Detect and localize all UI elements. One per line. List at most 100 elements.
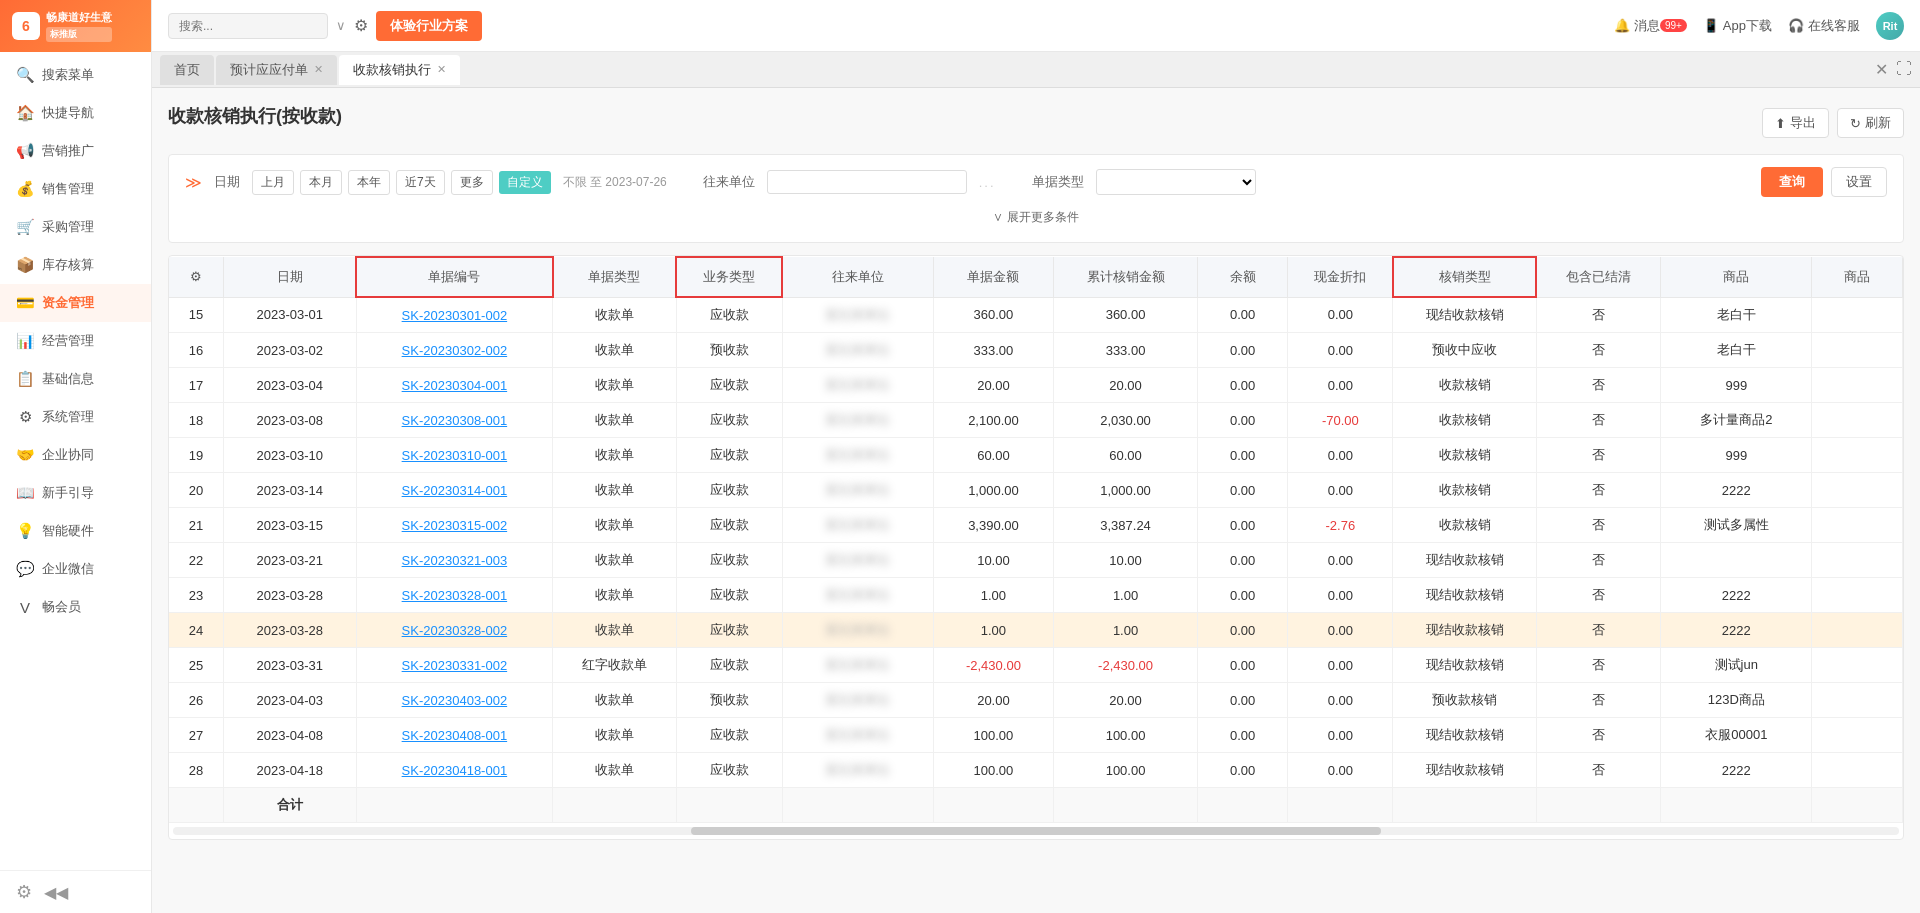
close-tab-icon[interactable]: ✕ — [1875, 60, 1888, 79]
sidebar-item-1[interactable]: 🏠快捷导航 — [0, 94, 151, 132]
table-row[interactable]: 182023-03-08SK-20230308-001收款单应收款某往来单位2,… — [169, 403, 1903, 438]
cell-billno-2[interactable]: SK-20230304-001 — [356, 368, 552, 403]
table-row[interactable]: 252023-03-31SK-20230331-002红字收款单应收款某往来单位… — [169, 648, 1903, 683]
sidebar-icon-12: 💡 — [16, 522, 34, 540]
cell-biztype-5: 应收款 — [676, 473, 782, 508]
tab-close-1[interactable]: ✕ — [314, 63, 323, 76]
cell-cumamt-1: 333.00 — [1054, 333, 1197, 368]
table-row[interactable]: 152023-03-01SK-20230301-002收款单应收款某往来单位36… — [169, 297, 1903, 333]
table-row[interactable]: 262023-04-03SK-20230403-002收款单预收款某往来单位20… — [169, 683, 1903, 718]
last-month-btn[interactable]: 上月 — [252, 170, 294, 195]
this-year-btn[interactable]: 本年 — [348, 170, 390, 195]
sidebar-item-12[interactable]: 💡 智能硬件 — [0, 512, 151, 550]
sidebar-item-8[interactable]: 📋基础信息 — [0, 360, 151, 398]
custom-date-btn[interactable]: 自定义 — [499, 171, 551, 194]
table-row[interactable]: 282023-04-18SK-20230418-001收款单应收款某往来单位10… — [169, 753, 1903, 788]
sidebar-item-0[interactable]: 🔍搜索菜单 — [0, 56, 151, 94]
cell-billno-8[interactable]: SK-20230328-001 — [356, 578, 552, 613]
export-button[interactable]: ⬆ 导出 — [1762, 108, 1829, 138]
cell-partner-13: 某往来单位 — [782, 753, 933, 788]
cell-incl-11: 否 — [1536, 683, 1661, 718]
tab-0[interactable]: 首页 — [160, 55, 214, 85]
filter-toggle-icon[interactable]: ≫ — [185, 173, 202, 192]
sidebar-item-9[interactable]: ⚙系统管理 — [0, 398, 151, 436]
tab-1[interactable]: 预计应应付单✕ — [216, 55, 337, 85]
table-row[interactable]: 162023-03-02SK-20230302-002收款单预收款某往来单位33… — [169, 333, 1903, 368]
main-content: ∨ ⚙ 体验行业方案 🔔 消息 99+ 📱 App下载 🎧 在线客服 Rit 首… — [152, 0, 1920, 913]
col-header-cumamt: 累计核销金额 — [1054, 257, 1197, 297]
tab-close-2[interactable]: ✕ — [437, 63, 446, 76]
sidebar-item-10[interactable]: 🤝企业协同 — [0, 436, 151, 474]
table-row[interactable]: 172023-03-04SK-20230304-001收款单应收款某往来单位20… — [169, 368, 1903, 403]
bill-type-select[interactable] — [1096, 169, 1256, 195]
cell-sn-7: 22 — [169, 543, 223, 578]
cell-cxtype-7: 现结收款核销 — [1393, 543, 1536, 578]
search-input[interactable] — [168, 13, 328, 39]
cell-billno-10[interactable]: SK-20230331-002 — [356, 648, 552, 683]
maximize-icon[interactable]: ⛶ — [1896, 60, 1912, 79]
cell-billno-7[interactable]: SK-20230321-003 — [356, 543, 552, 578]
sidebar-item-2[interactable]: 📢营销推广 — [0, 132, 151, 170]
cell-cxtype-12: 现结收款核销 — [1393, 718, 1536, 753]
sidebar-item-7[interactable]: 📊经营管理 — [0, 322, 151, 360]
cell-billno-12[interactable]: SK-20230408-001 — [356, 718, 552, 753]
refresh-icon: ↻ — [1850, 116, 1861, 131]
sidebar-item-5[interactable]: 📦库存核算 — [0, 246, 151, 284]
cell-billno-1[interactable]: SK-20230302-002 — [356, 333, 552, 368]
table-row[interactable]: 222023-03-21SK-20230321-003收款单应收款某往来单位10… — [169, 543, 1903, 578]
app-download-button[interactable]: 📱 App下载 — [1703, 17, 1772, 35]
col-header-balance: 余额 — [1197, 257, 1288, 297]
cell-billno-0[interactable]: SK-20230301-002 — [356, 297, 552, 333]
messages-button[interactable]: 🔔 消息 99+ — [1614, 17, 1687, 35]
industry-solution-button[interactable]: 体验行业方案 — [376, 11, 482, 41]
cell-cumamt-0: 360.00 — [1054, 297, 1197, 333]
cell-cxtype-1: 预收中应收 — [1393, 333, 1536, 368]
cell-billno-11[interactable]: SK-20230403-002 — [356, 683, 552, 718]
sidebar-gear-icon[interactable]: ⚙ — [16, 881, 32, 903]
this-month-btn[interactable]: 本月 — [300, 170, 342, 195]
sidebar-collapse-icon[interactable]: ◀◀ — [44, 883, 68, 902]
sidebar-item-11[interactable]: 📖新手引导 — [0, 474, 151, 512]
sidebar-item-13[interactable]: 💬企业微信 — [0, 550, 151, 588]
table-row[interactable]: 272023-04-08SK-20230408-001收款单应收款某往来单位10… — [169, 718, 1903, 753]
refresh-button[interactable]: ↻ 刷新 — [1837, 108, 1904, 138]
cell-billno-9[interactable]: SK-20230328-002 — [356, 613, 552, 648]
topbar-gear-icon[interactable]: ⚙ — [354, 16, 368, 35]
sidebar-item-3[interactable]: 💰销售管理 — [0, 170, 151, 208]
cell-billno-4[interactable]: SK-20230310-001 — [356, 438, 552, 473]
footer-cell-discount — [1288, 788, 1393, 823]
cell-billno-6[interactable]: SK-20230315-002 — [356, 508, 552, 543]
table-row[interactable]: 242023-03-28SK-20230328-002收款单应收款某往来单位1.… — [169, 613, 1903, 648]
chevron-down-icon: ∨ — [993, 210, 1003, 224]
sidebar-icon-0: 🔍 — [16, 66, 34, 84]
user-avatar[interactable]: Rit — [1876, 12, 1904, 40]
cell-billno-5[interactable]: SK-20230314-001 — [356, 473, 552, 508]
cell-billno-13[interactable]: SK-20230418-001 — [356, 753, 552, 788]
footer-cell-sn — [169, 788, 223, 823]
table-row[interactable]: 232023-03-28SK-20230328-001收款单应收款某往来单位1.… — [169, 578, 1903, 613]
tab-2[interactable]: 收款核销执行✕ — [339, 55, 460, 85]
table-row[interactable]: 212023-03-15SK-20230315-002收款单应收款某往来单位3,… — [169, 508, 1903, 543]
more-date-btn[interactable]: 更多 — [451, 170, 493, 195]
cell-goods2-8 — [1812, 578, 1903, 613]
topbar: ∨ ⚙ 体验行业方案 🔔 消息 99+ 📱 App下载 🎧 在线客服 Rit — [152, 0, 1920, 52]
online-service-button[interactable]: 🎧 在线客服 — [1788, 17, 1860, 35]
expand-more-conditions[interactable]: ∨ 展开更多条件 — [185, 205, 1887, 230]
sidebar-item-14[interactable]: V畅会员 — [0, 588, 151, 626]
sidebar-item-4[interactable]: 🛒采购管理 — [0, 208, 151, 246]
sidebar-icon-4: 🛒 — [16, 218, 34, 236]
sidebar-label-12: 智能硬件 — [42, 522, 94, 540]
sidebar-icon-14: V — [16, 599, 34, 616]
sidebar-item-6[interactable]: 💳资金管理 — [0, 284, 151, 322]
scrollbar-thumb[interactable] — [691, 827, 1381, 835]
cell-billno-3[interactable]: SK-20230308-001 — [356, 403, 552, 438]
table-row[interactable]: 192023-03-10SK-20230310-001收款单应收款某往来单位60… — [169, 438, 1903, 473]
chevron-down-icon[interactable]: ∨ — [336, 18, 346, 33]
horizontal-scrollbar[interactable] — [173, 827, 1899, 835]
footer-cell-biztype — [676, 788, 782, 823]
last-7days-btn[interactable]: 近7天 — [396, 170, 445, 195]
partner-filter-input[interactable] — [767, 170, 967, 194]
table-row[interactable]: 202023-03-14SK-20230314-001收款单应收款某往来单位1,… — [169, 473, 1903, 508]
filter-setting-button[interactable]: 设置 — [1831, 167, 1887, 197]
query-button[interactable]: 查询 — [1761, 167, 1823, 197]
